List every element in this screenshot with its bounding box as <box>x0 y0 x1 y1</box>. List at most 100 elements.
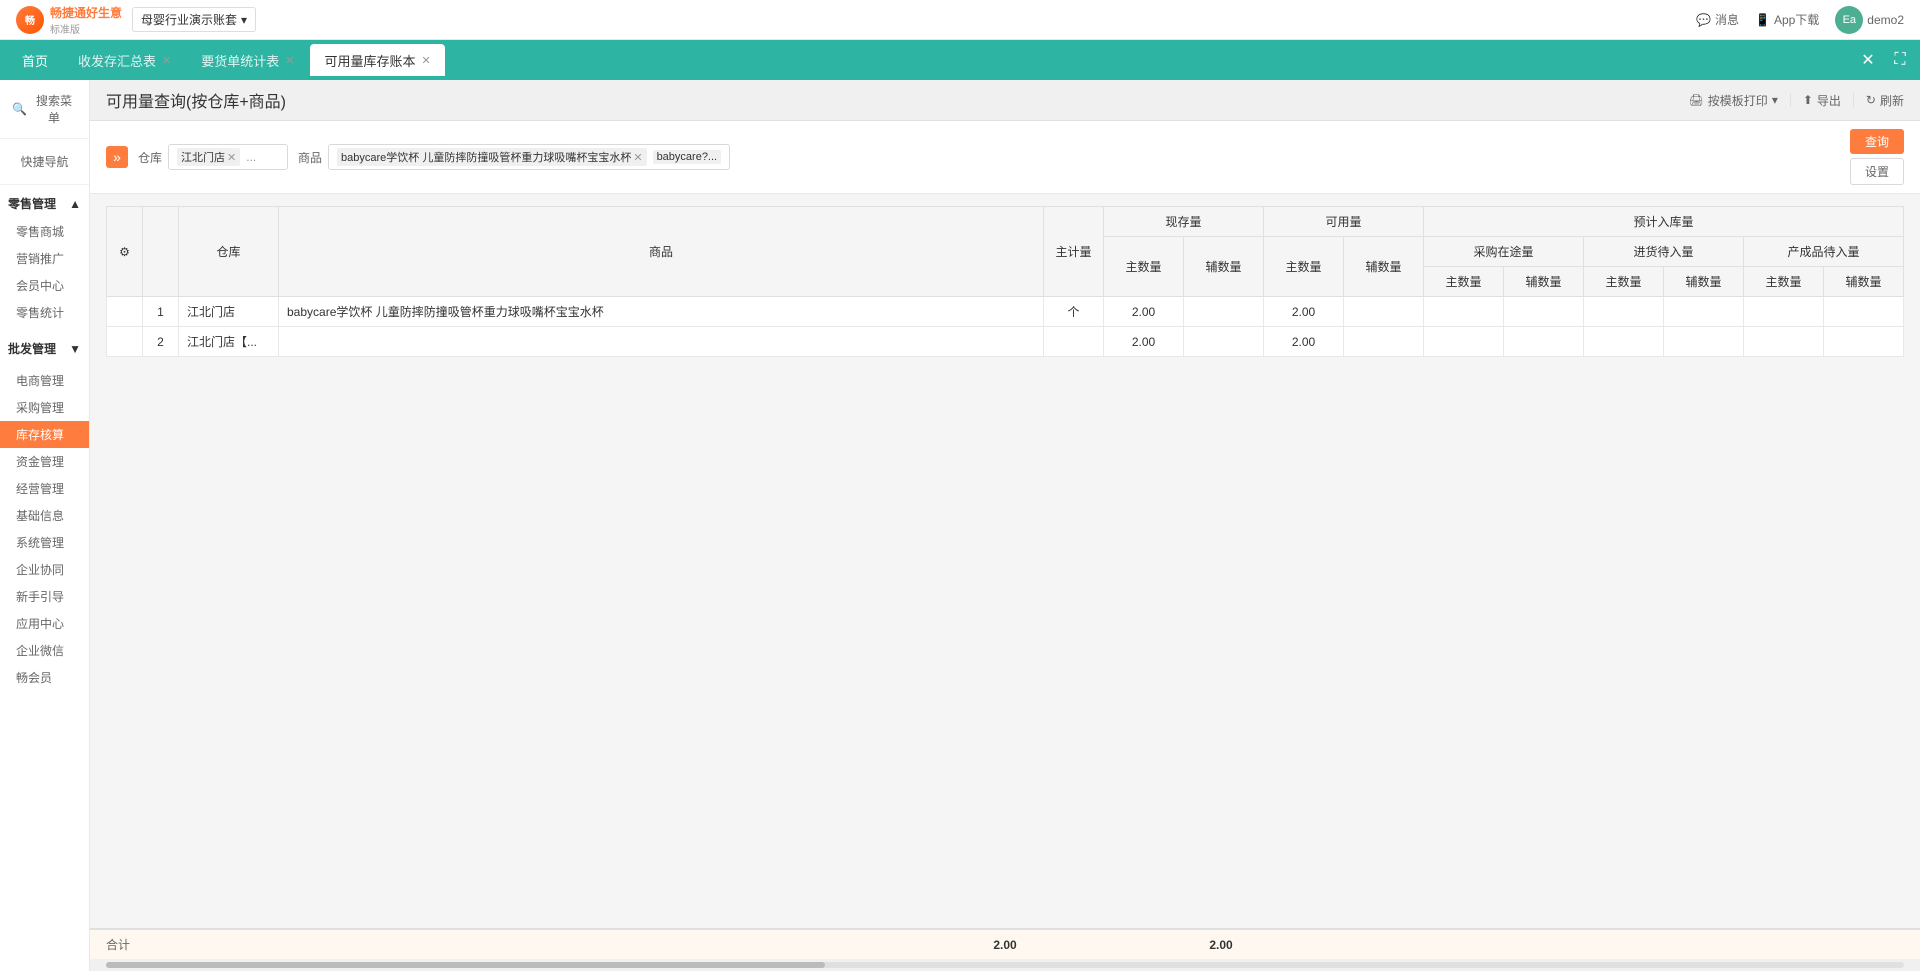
tab-close-all-btn[interactable]: ✕ <box>1856 48 1880 72</box>
warehouse-filter-group: 仓库 江北门店 ✕ ... <box>138 144 288 170</box>
expand-icon: » <box>113 149 121 165</box>
th-stock-aux: 辅数量 <box>1184 237 1264 297</box>
td-prod-main-1 <box>1744 297 1824 327</box>
username: demo2 <box>1867 13 1904 27</box>
tab-receivables-close[interactable]: ✕ <box>162 54 171 67</box>
sidebar-item-enterprise-wechat[interactable]: 企业微信 <box>0 637 89 664</box>
sidebar-item-retail-shop[interactable]: 零售商城 <box>0 218 89 245</box>
logo-icon: 畅 <box>16 6 44 34</box>
print-template-label: 按模板打印 <box>1708 92 1768 109</box>
warehouse-input[interactable]: 江北门店 ✕ ... <box>168 144 288 170</box>
tab-available-stock-close[interactable]: ✕ <box>422 54 431 67</box>
search-menu-btn[interactable]: 🔍 搜索菜单 <box>8 88 81 130</box>
user-avatar-btn[interactable]: Ea demo2 <box>1835 6 1904 34</box>
scrollbar-area <box>90 959 1920 971</box>
chevron-icon: ▲ <box>69 197 81 211</box>
divider-2 <box>1853 93 1854 107</box>
avatar-text: Ea <box>1843 14 1856 26</box>
message-label: 消息 <box>1715 11 1739 28</box>
dropdown-icon: ▾ <box>1772 93 1778 107</box>
sidebar-item-wholesale-mgmt[interactable]: 批发管理 ▼ <box>0 334 89 363</box>
industry-selector[interactable]: 母婴行业演示账套 ▾ <box>132 7 256 32</box>
avatar: Ea <box>1835 6 1863 34</box>
table-row: 1 江北门店 babycare学饮杯 儿童防摔防撞吸管杯重力球吸嘴杯宝宝水杯 个… <box>107 297 1904 327</box>
settings-btn[interactable]: 设置 <box>1850 158 1904 185</box>
warehouse-tag-remove[interactable]: ✕ <box>227 151 236 164</box>
tab-receivables-label: 收发存汇总表 <box>78 51 156 70</box>
sidebar-item-shortcut[interactable]: 快捷导航 <box>0 147 89 176</box>
th-purchase-main: 主数量 <box>1424 267 1504 297</box>
th-incoming-group: 进货待入量 <box>1584 237 1744 267</box>
td-unit-2 <box>1044 327 1104 357</box>
refresh-btn[interactable]: ↻ 刷新 <box>1866 92 1904 109</box>
th-gear[interactable]: ⚙ <box>107 207 143 297</box>
app-icon: 📱 <box>1755 13 1770 27</box>
gear-icon: ⚙ <box>119 245 130 259</box>
sidebar-item-basic-info[interactable]: 基础信息 <box>0 502 89 529</box>
tab-order-stats-label: 要货单统计表 <box>201 51 279 70</box>
tab-order-stats[interactable]: 要货单统计表 ✕ <box>187 44 308 76</box>
sidebar-item-marketing[interactable]: 营销推广 <box>0 245 89 272</box>
sidebar-item-ecommerce[interactable]: 电商管理 <box>0 367 89 394</box>
warehouse-more[interactable]: ... <box>246 150 256 164</box>
expand-btn[interactable]: » <box>106 146 128 168</box>
td-stock-main-2: 2.00 <box>1104 327 1184 357</box>
logo-sub: 标准版 <box>50 21 122 36</box>
sidebar-search: 🔍 搜索菜单 <box>0 80 89 139</box>
message-icon: 💬 <box>1696 13 1711 27</box>
filter-actions: 查询 设置 <box>1850 129 1904 185</box>
refresh-label: 刷新 <box>1880 92 1904 109</box>
sidebar-item-retail-stats[interactable]: 零售统计 <box>0 299 89 326</box>
sidebar-item-new-guide[interactable]: 新手引导 <box>0 583 89 610</box>
export-btn[interactable]: ⬆ 导出 <box>1803 92 1841 109</box>
query-btn[interactable]: 查询 <box>1850 129 1904 154</box>
print-icon: 🖨 <box>1689 93 1704 107</box>
sidebar-item-retail-mgmt[interactable]: 零售管理 ▲ <box>0 189 89 218</box>
td-no-2: 2 <box>143 327 179 357</box>
product-label: 商品 <box>298 149 322 166</box>
logo-text-area: 畅捷通好生意 标准版 <box>50 4 122 36</box>
sidebar-item-app-center[interactable]: 应用中心 <box>0 610 89 637</box>
message-btn[interactable]: 💬 消息 <box>1696 11 1739 28</box>
td-product-2 <box>279 327 1044 357</box>
td-prod-aux-1 <box>1824 297 1904 327</box>
tab-order-stats-close[interactable]: ✕ <box>285 54 294 67</box>
td-purch-aux-1 <box>1504 297 1584 327</box>
product-input[interactable]: babycare学饮杯 儿童防摔防撞吸管杯重力球吸嘴杯宝宝水杯 ✕ babyca… <box>328 144 730 170</box>
sidebar-item-purchase[interactable]: 采购管理 <box>0 394 89 421</box>
sidebar-item-inventory[interactable]: 库存核算 <box>0 421 89 448</box>
page-title: 可用量查询(按仓库+商品) <box>106 88 286 112</box>
tab-available-stock[interactable]: 可用量库存账本 ✕ <box>310 44 444 76</box>
search-menu-label: 搜索菜单 <box>31 92 77 126</box>
td-prod-aux-2 <box>1824 327 1904 357</box>
th-available-main: 主数量 <box>1264 237 1344 297</box>
table-footer: 合计 2.00 2.00 <box>90 928 1920 959</box>
th-incoming-aux: 辅数量 <box>1664 267 1744 297</box>
sidebar-section-wholesale: 批发管理 ▼ <box>0 330 89 367</box>
scroll-track[interactable] <box>106 962 1904 968</box>
tab-home[interactable]: 首页 <box>8 44 62 76</box>
scroll-thumb[interactable] <box>106 962 825 968</box>
sidebar-item-enterprise-collab[interactable]: 企业协同 <box>0 556 89 583</box>
filter-area: » 仓库 江北门店 ✕ ... 商品 babycare学饮杯 儿童防摔防撞吸管杯… <box>90 121 1920 194</box>
app-download-btn[interactable]: 📱 App下载 <box>1755 11 1819 28</box>
sidebar-item-operations[interactable]: 经营管理 <box>0 475 89 502</box>
print-template-btn[interactable]: 🖨 按模板打印 ▾ <box>1689 92 1778 109</box>
footer-avail-main: 2.00 <box>1181 938 1261 952</box>
product-tag-1-remove[interactable]: ✕ <box>633 151 642 164</box>
td-stock-main-1: 2.00 <box>1104 297 1184 327</box>
sidebar-item-finance[interactable]: 资金管理 <box>0 448 89 475</box>
tab-available-stock-label: 可用量库存账本 <box>324 51 415 70</box>
tab-maximize-btn[interactable]: ⛶ <box>1888 48 1912 72</box>
td-stock-aux-1 <box>1184 297 1264 327</box>
divider-1 <box>1790 93 1791 107</box>
chevron-down-icon: ▾ <box>241 13 247 27</box>
sidebar-item-member-center[interactable]: 会员中心 <box>0 272 89 299</box>
th-available-aux: 辅数量 <box>1344 237 1424 297</box>
table-row: 2 江北门店【... 2.00 2.00 <box>107 327 1904 357</box>
sidebar-item-member[interactable]: 畅会员 <box>0 664 89 691</box>
logo-text: 畅捷通好生意 <box>50 4 122 21</box>
product-tag-1: babycare学饮杯 儿童防摔防撞吸管杯重力球吸嘴杯宝宝水杯 ✕ <box>337 148 647 166</box>
tab-receivables[interactable]: 收发存汇总表 ✕ <box>64 44 185 76</box>
sidebar-item-system[interactable]: 系统管理 <box>0 529 89 556</box>
